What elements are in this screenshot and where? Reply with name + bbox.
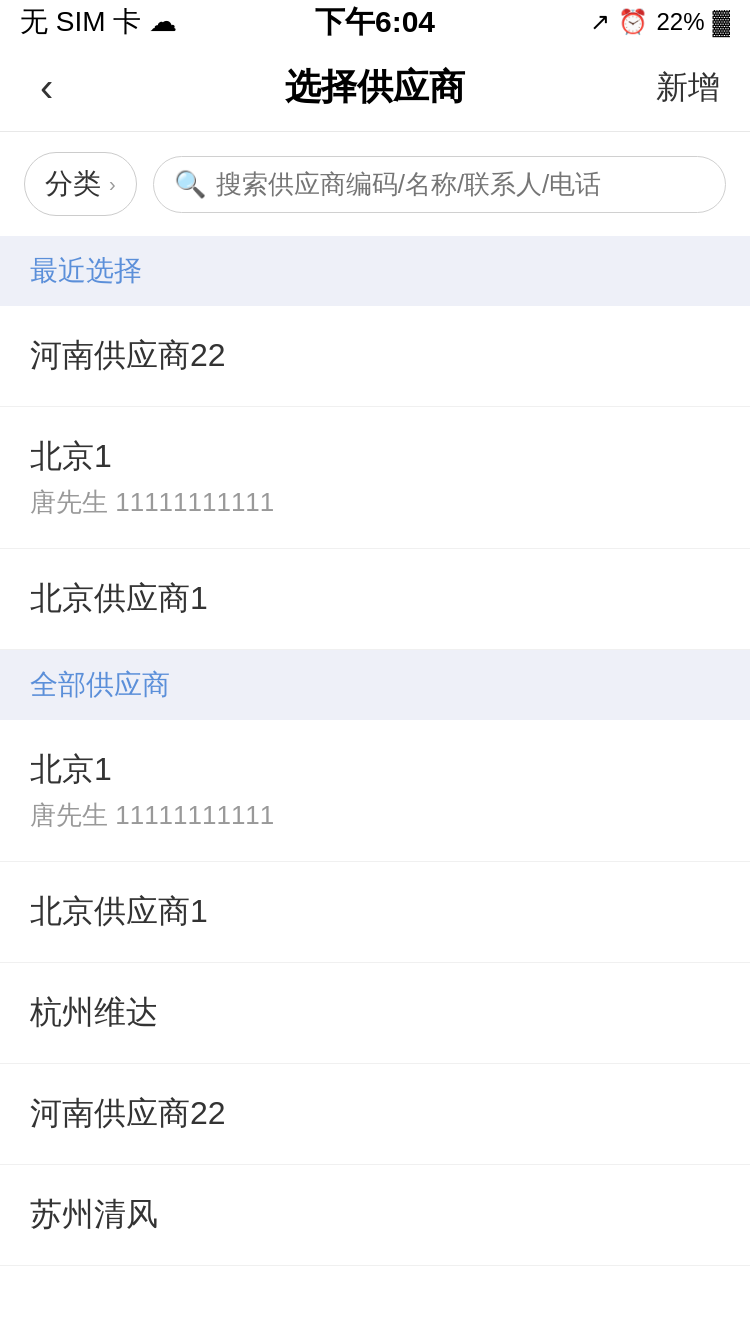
status-right: ↗ ⏰ 22% ▓ bbox=[590, 8, 730, 36]
item-name: 苏州清风 bbox=[30, 1193, 720, 1237]
list-item[interactable]: 北京供应商1 bbox=[0, 549, 750, 650]
chevron-right-icon: › bbox=[109, 173, 116, 196]
item-name: 河南供应商22 bbox=[30, 1092, 720, 1136]
list-item[interactable]: 北京1 唐先生 11111111111 bbox=[0, 407, 750, 549]
list-item[interactable]: 北京供应商1 bbox=[0, 862, 750, 963]
nav-bar: ‹ 选择供应商 新增 bbox=[0, 44, 750, 132]
item-name: 北京1 bbox=[30, 748, 720, 792]
search-input[interactable] bbox=[216, 169, 705, 200]
status-left: 无 SIM 卡 ☁ bbox=[20, 3, 177, 41]
item-name: 北京供应商1 bbox=[30, 577, 720, 621]
battery-icon: ▓ bbox=[713, 8, 731, 36]
item-name: 北京1 bbox=[30, 435, 720, 479]
item-name: 北京供应商1 bbox=[30, 890, 720, 934]
search-icon: 🔍 bbox=[174, 169, 206, 200]
list-item[interactable]: 北京1 唐先生 11111111111 bbox=[0, 720, 750, 862]
item-name: 杭州维达 bbox=[30, 991, 720, 1035]
all-section-header: 全部供应商 bbox=[0, 650, 750, 720]
list-item[interactable]: 河南供应商22 bbox=[0, 306, 750, 407]
status-time: 下午6:04 bbox=[315, 2, 435, 43]
all-list: 北京1 唐先生 11111111111 北京供应商1 杭州维达河南供应商22 苏州清风 bbox=[0, 720, 750, 1266]
add-button[interactable]: 新增 bbox=[656, 66, 720, 110]
recent-list: 河南供应商22 北京1 唐先生 11111111111 北京供应商1 bbox=[0, 306, 750, 650]
list-item[interactable]: 河南供应商22 bbox=[0, 1064, 750, 1165]
category-button[interactable]: 分类 › bbox=[24, 152, 137, 216]
search-wrapper: 🔍 bbox=[153, 156, 726, 213]
recent-section-header: 最近选择 bbox=[0, 236, 750, 306]
back-button[interactable]: ‹ bbox=[30, 55, 63, 120]
location-icon: ↗ bbox=[590, 8, 610, 36]
list-item[interactable]: 杭州维达 bbox=[0, 963, 750, 1064]
item-sub: 唐先生 11111111111 bbox=[30, 485, 720, 520]
item-sub: 唐先生 11111111111 bbox=[30, 798, 720, 833]
category-label: 分类 bbox=[45, 165, 101, 203]
item-name: 河南供应商22 bbox=[30, 334, 720, 378]
alarm-icon: ⏰ bbox=[618, 8, 648, 36]
status-bar: 无 SIM 卡 ☁ 下午6:04 ↗ ⏰ 22% ▓ bbox=[0, 0, 750, 44]
sim-label: 无 SIM 卡 ☁ bbox=[20, 3, 177, 41]
search-bar: 分类 › 🔍 bbox=[0, 132, 750, 236]
list-item[interactable]: 苏州清风 bbox=[0, 1165, 750, 1266]
recent-label: 最近选择 bbox=[30, 255, 142, 286]
battery-label: 22% bbox=[656, 8, 704, 36]
all-label: 全部供应商 bbox=[30, 669, 170, 700]
page-title: 选择供应商 bbox=[285, 63, 465, 112]
